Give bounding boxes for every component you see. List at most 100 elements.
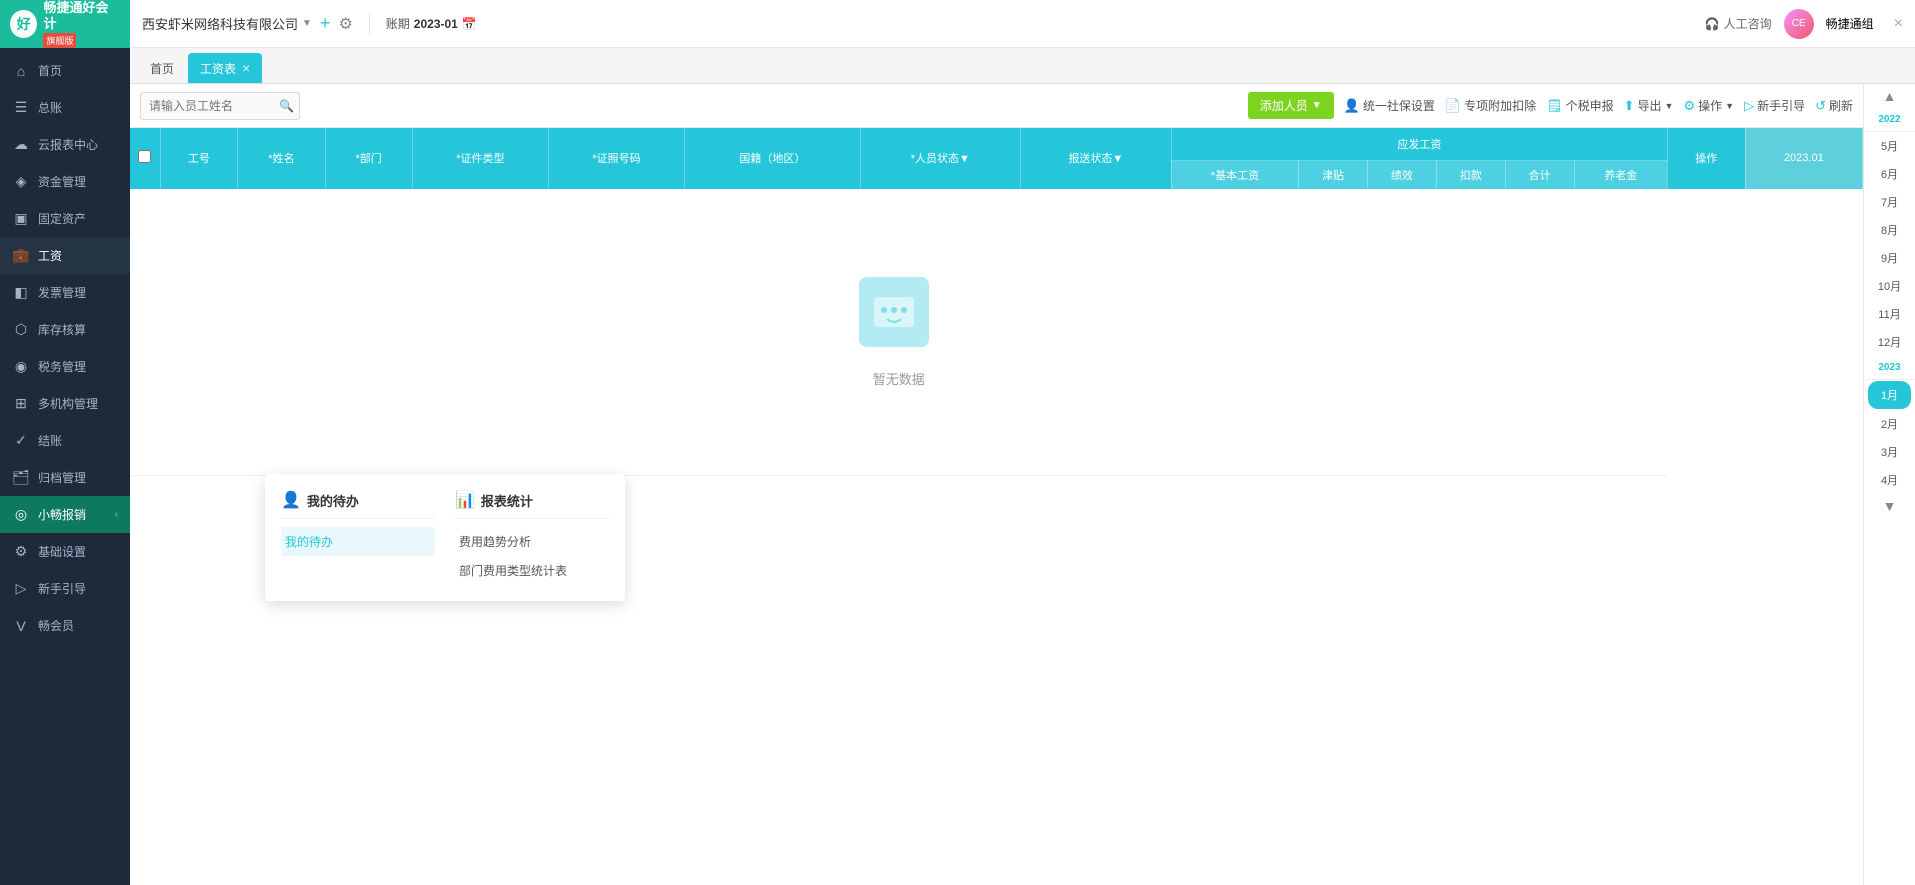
avatar[interactable]: CE	[1784, 9, 1814, 39]
sidebar-item-salary[interactable]: 💼 工资	[0, 237, 130, 274]
period-value: 2023-01	[414, 17, 458, 31]
sidebar-item-member[interactable]: V 畅会员	[0, 607, 130, 644]
sidebar-item-inventory[interactable]: ⬡ 库存核算	[0, 311, 130, 348]
tax-report-icon: 🗒	[1546, 98, 1563, 114]
tab-home[interactable]: 首页	[138, 53, 186, 83]
month-item-2022-12[interactable]: 12月	[1864, 328, 1915, 356]
service-button[interactable]: 🎧 人工咨询	[1705, 15, 1772, 32]
tax-report-label: 个税申报	[1566, 97, 1614, 114]
guide-icon: ▷	[12, 580, 30, 597]
empty-state: 暂无数据	[136, 197, 1661, 468]
month-item-2023-01[interactable]: 1月	[1868, 381, 1911, 409]
sidebar-item-home-label: 首页	[38, 62, 62, 79]
export-action[interactable]: ⬆ 导出 ▼	[1624, 97, 1674, 114]
social-security-label: 统一社保设置	[1363, 97, 1435, 114]
sidebar-item-invoice[interactable]: ◧ 发票管理	[0, 274, 130, 311]
salary-icon: 💼	[12, 247, 30, 264]
select-all-checkbox[interactable]	[138, 150, 151, 163]
tax-report-action[interactable]: 🗒 个税申报	[1546, 97, 1614, 114]
export-label: 导出	[1638, 97, 1662, 114]
overlay-col-todo: 👤 我的待办 我的待办	[281, 490, 435, 585]
sidebar-item-ledger-label: 总账	[38, 99, 62, 116]
month-item-2022-11[interactable]: 11月	[1864, 300, 1915, 328]
month-item-2022-05[interactable]: 5月	[1864, 132, 1915, 160]
special-deduction-action[interactable]: 📄 专项附加扣除	[1445, 97, 1536, 114]
sidebar-item-home[interactable]: ⌂ 首页	[0, 52, 130, 89]
month-item-2022-06[interactable]: 6月	[1864, 160, 1915, 188]
month-item-2023-04[interactable]: 4月	[1864, 466, 1915, 494]
empty-text: 暂无数据	[873, 369, 925, 388]
header-report-status[interactable]: 报送状态▼	[1020, 128, 1171, 189]
month-prev-button[interactable]: ▲	[1864, 84, 1915, 108]
company-dropdown-icon: ▼	[302, 18, 312, 29]
refresh-icon: ↺	[1815, 98, 1826, 114]
search-input[interactable]	[149, 99, 279, 113]
sidebar-item-archive[interactable]: 🗂 归档管理	[0, 459, 130, 496]
xiaochang-arrow-icon: ‹	[115, 509, 118, 520]
tab-close-icon[interactable]: ×	[242, 61, 250, 75]
operations-action[interactable]: ⚙ 操作 ▼	[1683, 97, 1734, 114]
add-employee-button[interactable]: 添加人员 ▼	[1248, 92, 1334, 119]
overlay-report-item-1[interactable]: 部门费用类型统计表	[455, 556, 609, 585]
sidebar-item-guide[interactable]: ▷ 新手引导	[0, 570, 130, 607]
year-2023-label: 2023	[1864, 356, 1915, 380]
overlay-todo-title: 👤 我的待办	[281, 490, 435, 519]
operations-icon: ⚙	[1683, 98, 1695, 114]
cloud-icon: ☁	[12, 136, 30, 153]
topbar-close-button[interactable]: ×	[1894, 15, 1903, 33]
period-selector[interactable]: 账期 2023-01 📅	[386, 15, 477, 32]
overlay-todo-item[interactable]: 我的待办	[281, 527, 435, 556]
sidebar-item-assets-label: 固定资产	[38, 210, 86, 227]
sidebar-item-basic[interactable]: ⚙ 基础设置	[0, 533, 130, 570]
invoice-icon: ◧	[12, 284, 30, 301]
header-status[interactable]: *人员状态▼	[860, 128, 1020, 189]
table-header-row1: 工号 *姓名 *部门 *证件类型 *证照号码 国籍（地区） *人员状态▼ 报送状…	[130, 128, 1863, 161]
header-name: *姓名	[238, 128, 325, 189]
sidebar-item-ledger[interactable]: ☰ 总账	[0, 89, 130, 126]
refresh-action[interactable]: ↺ 刷新	[1815, 97, 1853, 114]
empty-icon	[859, 277, 939, 357]
sidebar-item-tax-label: 税务管理	[38, 358, 86, 375]
todo-title-label: 我的待办	[307, 491, 359, 510]
table-body: 暂无数据	[130, 189, 1863, 475]
sidebar-item-salary-label: 工资	[38, 247, 62, 264]
header-salary: 应发工资	[1171, 128, 1667, 161]
sidebar-item-cloud-report[interactable]: ☁ 云报表中心	[0, 126, 130, 163]
month-item-2023-03[interactable]: 3月	[1864, 438, 1915, 466]
topbar-add-icon[interactable]: +	[320, 13, 331, 34]
empty-row: 暂无数据	[130, 189, 1863, 475]
sidebar-item-fixed-assets[interactable]: ▣ 固定资产	[0, 200, 130, 237]
avatar-initials: CE	[1792, 18, 1806, 29]
sidebar-item-closing[interactable]: ✓ 结账	[0, 422, 130, 459]
header-id-no: *证照号码	[548, 128, 684, 189]
search-box[interactable]: 🔍	[140, 92, 300, 120]
month-item-2022-09[interactable]: 9月	[1864, 244, 1915, 272]
overlay-report-item-0[interactable]: 费用趋势分析	[455, 527, 609, 556]
social-security-action[interactable]: 👤 统一社保设置	[1344, 97, 1435, 114]
sidebar-item-tax[interactable]: ◉ 税务管理	[0, 348, 130, 385]
username: 畅捷通组	[1826, 15, 1874, 32]
sidebar-item-fund[interactable]: ◈ 资金管理	[0, 163, 130, 200]
month-item-2022-08[interactable]: 8月	[1864, 216, 1915, 244]
special-deduction-icon: 📄	[1445, 98, 1461, 114]
sidebar-item-cloud-label: 云报表中心	[38, 136, 98, 153]
month-item-2022-07[interactable]: 7月	[1864, 188, 1915, 216]
month-next-button[interactable]: ▼	[1864, 494, 1915, 518]
empty-icon-inner	[859, 277, 929, 347]
company-selector[interactable]: 西安虾米网络科技有限公司 ▼	[142, 14, 312, 33]
topbar-settings-icon[interactable]: ⚙	[338, 14, 352, 34]
report-title-label: 报表统计	[481, 491, 533, 510]
sidebar-item-xiaochang[interactable]: ◎ 小畅报销 ‹	[0, 496, 130, 533]
sidebar-item-guide-label: 新手引导	[38, 580, 86, 597]
new-guide-action[interactable]: ▷ 新手引导	[1744, 97, 1805, 114]
header-checkbox[interactable]	[130, 128, 160, 189]
month-item-2022-10[interactable]: 10月	[1864, 272, 1915, 300]
sidebar-item-member-label: 畅会员	[38, 617, 74, 634]
header-deduction: 扣款	[1436, 161, 1505, 190]
xiaochang-icon: ◎	[12, 506, 30, 523]
social-security-icon: 👤	[1344, 98, 1360, 114]
empty-svg	[859, 277, 929, 347]
sidebar-item-multi-org[interactable]: ⊞ 多机构管理	[0, 385, 130, 422]
month-item-2023-02[interactable]: 2月	[1864, 410, 1915, 438]
tab-salary-table[interactable]: 工资表 ×	[188, 53, 262, 83]
